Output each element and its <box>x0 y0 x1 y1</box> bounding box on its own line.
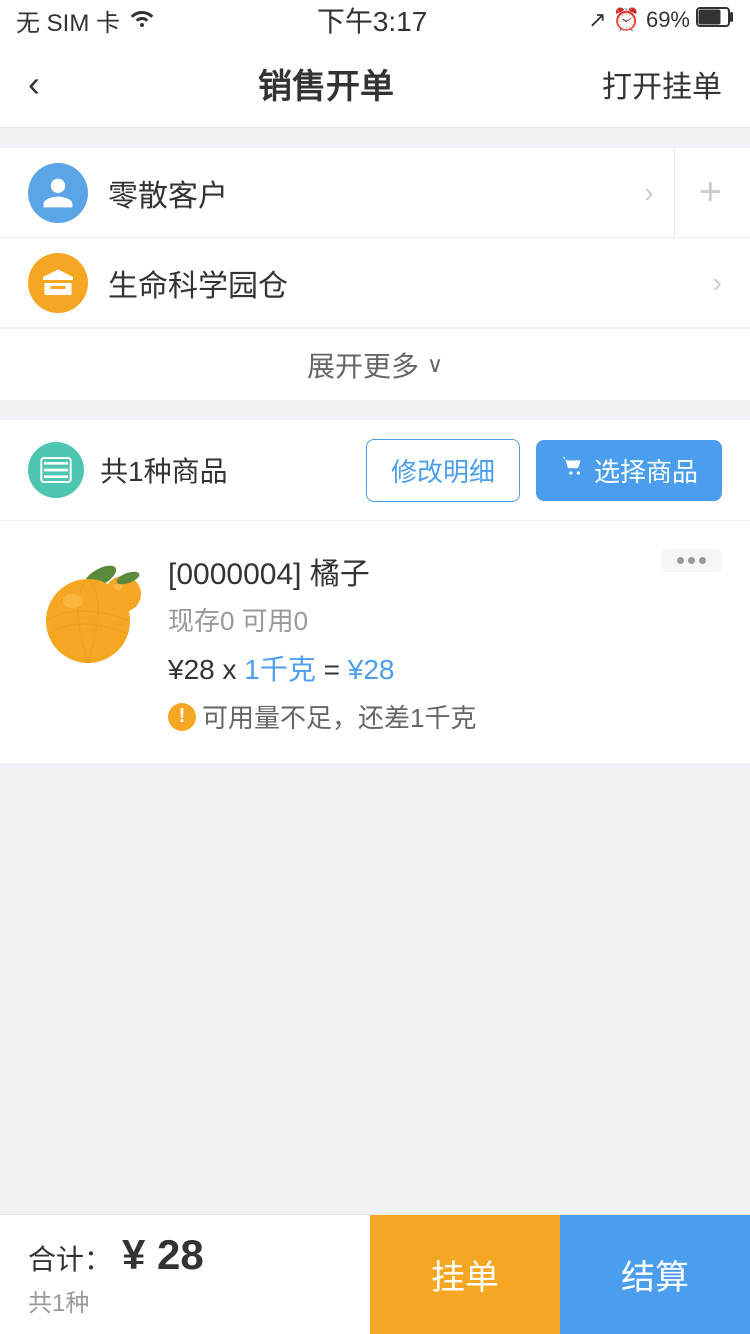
select-product-button[interactable]: 选择商品 <box>536 440 722 501</box>
total-amount: ¥ 28 <box>122 1231 204 1279</box>
warning-icon: ! <box>168 703 196 731</box>
bottom-bar: 合计： ¥ 28 共1种 挂单 结算 <box>0 1214 750 1334</box>
empty-area <box>0 763 750 1163</box>
warning-text: 可用量不足，还差1千克 <box>202 698 476 735</box>
location-icon: ↗ <box>588 7 606 33</box>
product-info: [0000004] 橘子 现存0 可用0 ¥28 x 1千克 = ¥28 ! 可… <box>168 549 641 735</box>
status-bar: 无 SIM 卡 下午3:17 ↗ ⏰ 69% <box>0 0 750 40</box>
more-dot-3 <box>699 557 706 564</box>
warehouse-name: 生命科学园仓 <box>108 261 705 305</box>
product-warning: ! 可用量不足，还差1千克 <box>168 698 641 735</box>
checkout-button[interactable]: 结算 <box>560 1215 750 1334</box>
status-left: 无 SIM 卡 <box>16 3 156 38</box>
customer-row[interactable]: 零散客户 › + <box>0 148 750 238</box>
modify-detail-button[interactable]: 修改明细 <box>366 439 520 502</box>
total-count: 共1种 <box>28 1283 342 1318</box>
product-more-button[interactable] <box>661 549 722 572</box>
hang-button[interactable]: 挂单 <box>370 1215 560 1334</box>
back-button[interactable]: ‹ <box>18 53 50 115</box>
more-dot-2 <box>688 557 695 564</box>
product-header: 共1种商品 修改明细 选择商品 <box>0 420 750 520</box>
warehouse-row[interactable]: 生命科学园仓 › <box>0 238 750 328</box>
product-image <box>28 549 148 669</box>
customer-chevron-icon: › <box>644 177 653 209</box>
cart-icon <box>560 454 586 487</box>
warehouse-chevron-icon: › <box>713 267 722 299</box>
wifi-icon <box>128 6 156 35</box>
battery-icon <box>696 7 734 33</box>
expand-arrow-icon: ∨ <box>427 352 443 378</box>
product-stock: 现存0 可用0 <box>168 601 641 638</box>
more-dot-1 <box>677 557 684 564</box>
product-card: [0000004] 橘子 现存0 可用0 ¥28 x 1千克 = ¥28 ! 可… <box>0 520 750 763</box>
top-section-divider <box>0 128 750 148</box>
status-right: ↗ ⏰ 69% <box>588 7 734 33</box>
nav-bar: ‹ 销售开单 打开挂单 <box>0 40 750 128</box>
customer-name: 零散客户 <box>108 171 636 215</box>
product-name: [0000004] 橘子 <box>168 549 641 593</box>
status-time: 下午3:17 <box>317 0 428 40</box>
product-price: ¥28 x 1千克 = ¥28 <box>168 648 641 688</box>
warehouse-icon <box>28 253 88 313</box>
page-title: 销售开单 <box>258 59 394 108</box>
total-section: 合计： ¥ 28 共1种 <box>0 1231 370 1318</box>
expand-more-row[interactable]: 展开更多 ∨ <box>0 328 750 400</box>
alarm-icon: ⏰ <box>613 7 640 33</box>
open-hang-button[interactable]: 打开挂单 <box>602 62 722 106</box>
battery-label: 69% <box>646 7 690 33</box>
add-customer-button[interactable]: + <box>674 148 722 238</box>
no-sim-label: 无 SIM 卡 <box>16 3 120 38</box>
total-label: 合计： <box>28 1238 112 1278</box>
select-product-label: 选择商品 <box>594 452 698 489</box>
customer-icon <box>28 163 88 223</box>
product-count: 共1种商品 <box>100 450 350 490</box>
product-section-divider <box>0 400 750 420</box>
expand-label: 展开更多 <box>307 345 419 385</box>
product-header-icon <box>28 442 84 498</box>
